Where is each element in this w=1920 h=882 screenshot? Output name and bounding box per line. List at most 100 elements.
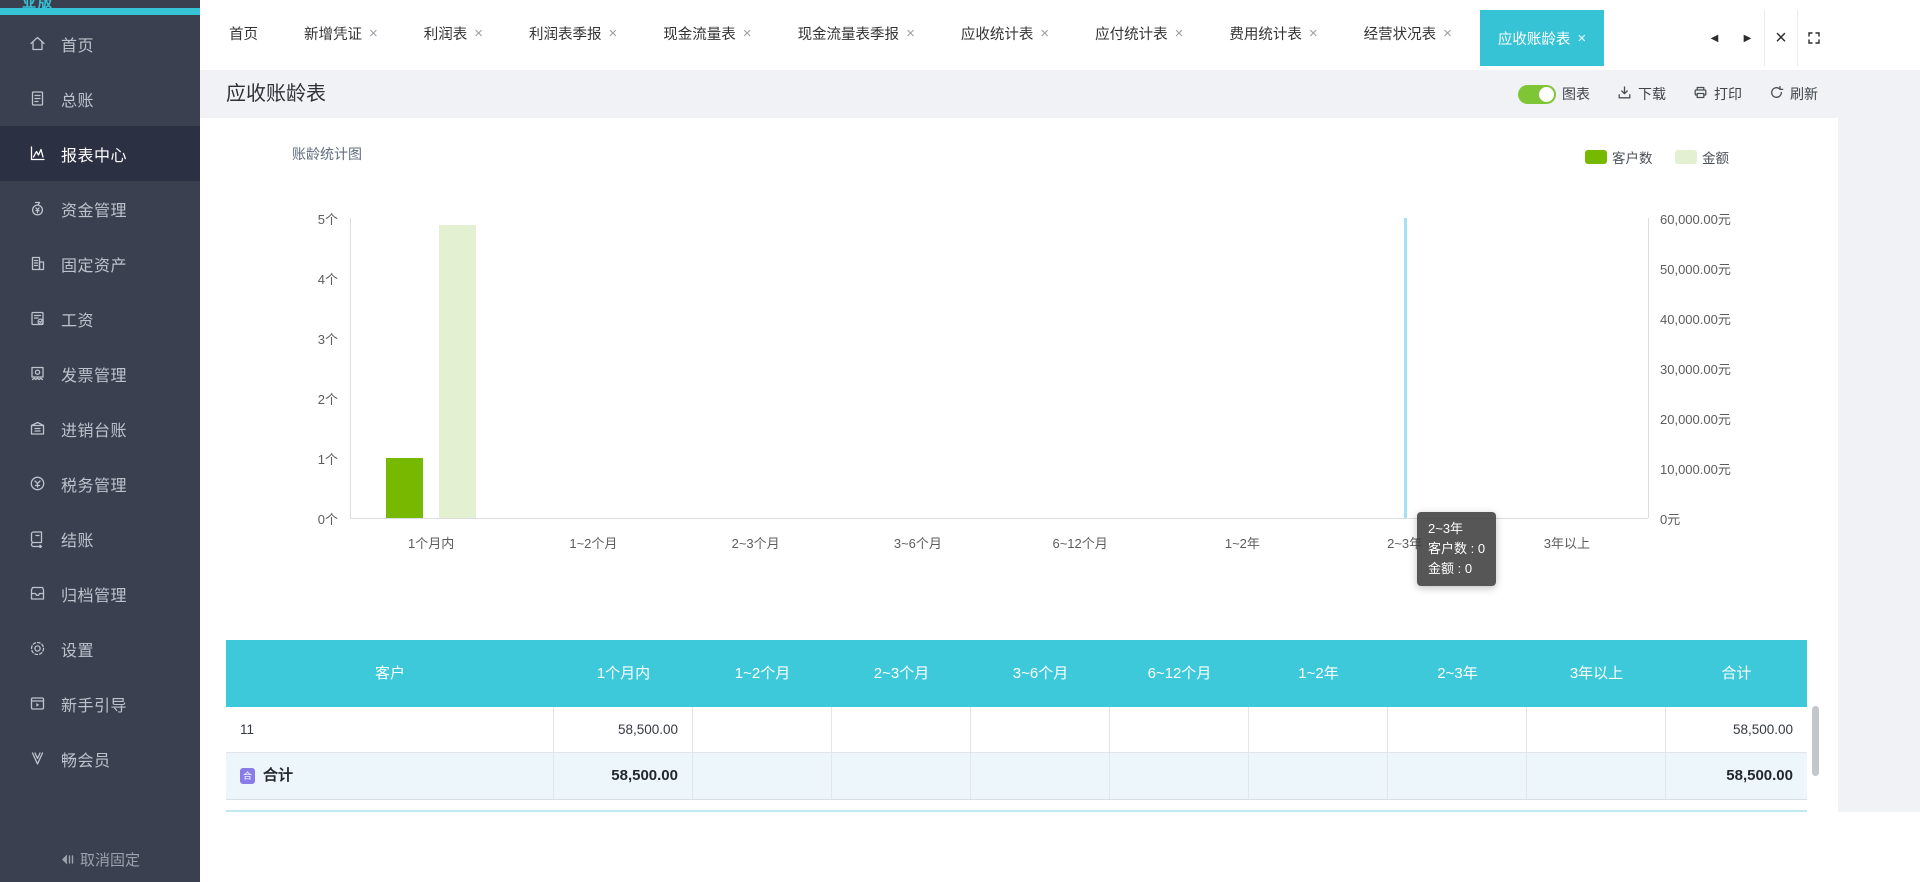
column-header-1个月内[interactable]: 1个月内 [554,640,693,707]
tab-label: 利润表季报 [529,26,602,43]
sidebar-item-purchase-sales-ledger[interactable]: 进销台账 [0,401,200,456]
gear-icon [28,639,48,659]
member-v-icon [28,749,48,769]
tab-label: 经营状况表 [1363,26,1437,43]
column-header-1~2个月[interactable]: 1~2个月 [693,640,832,707]
sidebar-item-general-ledger[interactable]: 总账 [0,71,200,126]
tab-经营状况表[interactable]: 经营状况表 × [1346,0,1470,66]
tab-label: 首页 [229,26,258,43]
tab-利润表[interactable]: 利润表 × [406,0,501,66]
sidebar-item-archive-management[interactable]: 归档管理 [0,566,200,621]
sidebar-item-tax-management[interactable]: 税务管理 [0,456,200,511]
cell [1527,707,1666,752]
download-label: 下载 [1638,86,1666,102]
sidebar-item-funds-management[interactable]: 资金管理 [0,181,200,236]
column-header-2~3个月[interactable]: 2~3个月 [832,640,971,707]
tab-现金流量表季报[interactable]: 现金流量表季报 × [780,0,933,66]
x-axis-line [350,518,1648,519]
scroll-tabs-left-button[interactable]: ◀ [1698,10,1731,66]
sidebar-menu: 首页 总账 报表中心 资金管理 固定资产 工资 发票管理 进销台账 税务管理 结… [0,16,200,786]
tab-close-icon[interactable]: × [743,25,752,42]
fullscreen-button[interactable] [1797,10,1830,66]
column-header-3年以上[interactable]: 3年以上 [1527,640,1666,707]
sidebar-item-invoice-management[interactable]: 发票管理 [0,346,200,401]
tab-controls: ◀ ▶ × [1698,10,1830,66]
column-header-6~12个月[interactable]: 6~12个月 [1110,640,1249,707]
tab-home[interactable]: 首页 [211,0,276,66]
sidebar-item-home[interactable]: 首页 [0,16,200,71]
sidebar-item-report-center[interactable]: 报表中心 [0,126,200,181]
column-header-3~6个月[interactable]: 3~6个月 [971,640,1110,707]
tab-应付统计表[interactable]: 应付统计表 × [1077,0,1201,66]
refresh-button[interactable]: 刷新 [1769,84,1818,104]
legend-label: 客户数 [1612,151,1653,166]
cell: 58,500.00 [1732,722,1793,737]
tab-应收统计表[interactable]: 应收统计表 × [943,0,1067,66]
sidebar-item-closing[interactable]: 结账 [0,511,200,566]
tab-close-icon[interactable]: × [474,25,483,42]
scroll-tabs-right-button[interactable]: ▶ [1731,10,1764,66]
tab-close-icon[interactable]: × [1443,25,1452,42]
page-title: 应收账龄表 [226,83,326,105]
ledger-icon [28,89,48,109]
inventory-box-icon [28,419,48,439]
y-axis-right-tick: 0元 [1660,512,1681,527]
column-header-1~2年[interactable]: 1~2年 [1249,640,1388,707]
print-button[interactable]: 打印 [1693,84,1742,104]
tab-费用统计表[interactable]: 费用统计表 × [1211,0,1335,66]
toggle-knob [1539,86,1554,102]
tab-新增凭证[interactable]: 新增凭证 × [286,0,396,66]
tab-label: 利润表 [423,26,468,43]
cell [1527,753,1666,799]
building-icon [28,254,48,274]
sidebar-item-fixed-assets[interactable]: 固定资产 [0,236,200,291]
x-axis-label: 2~3个月 [731,536,780,551]
cell [1388,753,1527,799]
sidebar-item-label: 设置 [61,642,95,660]
cell [1249,753,1388,799]
page-header: 应收账龄表 图表 下载 打印 刷新 [200,70,1920,118]
report-toolbar: 图表 下载 打印 刷新 [1518,70,1818,118]
chart-toggle[interactable]: 图表 [1518,84,1590,104]
column-header-客户[interactable]: 客户 [226,640,554,707]
report-chart-icon [28,144,48,164]
sidebar-item-beginner-guide[interactable]: 新手引导 [0,676,200,731]
invoice-icon [28,364,48,384]
cell [971,753,1110,799]
tab-现金流量表[interactable]: 现金流量表 × [645,0,769,66]
column-header-合计[interactable]: 合计 [1666,640,1807,707]
tab-close-icon[interactable]: × [1577,30,1586,47]
tab-close-icon[interactable]: × [906,25,915,42]
sidebar-item-label: 报表中心 [61,147,128,165]
sidebar-item-payroll[interactable]: 工资 [0,291,200,346]
table-scrollbar-thumb[interactable] [1812,706,1819,776]
tab-close-icon[interactable]: × [1309,25,1318,42]
chart-toggle-switch[interactable] [1518,84,1556,104]
legend-label: 金额 [1702,151,1729,166]
y-axis-right-tick: 60,000.00元 [1660,212,1731,227]
x-axis-label: 1~2个月 [569,536,618,551]
unpin-sidebar-button[interactable]: 取消固定 [0,842,200,876]
tab-利润表季报[interactable]: 利润表季报 × [511,0,635,66]
tab-close-icon[interactable]: × [609,25,618,42]
tab-close-icon[interactable]: × [1040,25,1049,42]
y-axis-right-tick: 20,000.00元 [1660,412,1731,427]
tab-close-icon[interactable]: × [1175,25,1184,42]
column-header-2~3年[interactable]: 2~3年 [1388,640,1527,707]
cell [1110,707,1249,752]
archive-tray-icon [28,584,48,604]
sidebar-item-member[interactable]: 畅会员 [0,731,200,786]
sidebar-item-label: 固定资产 [61,257,128,275]
tab-close-icon[interactable]: × [369,25,378,42]
sidebar-item-settings[interactable]: 设置 [0,621,200,676]
y-axis-left-tick: 0个 [317,512,338,527]
money-bag-icon [28,199,48,219]
close-tabs-button[interactable]: × [1764,10,1797,66]
download-button[interactable]: 下载 [1617,84,1666,104]
tab-应收账龄表[interactable]: 应收账龄表 × [1479,10,1605,66]
cell [1249,707,1388,752]
total-label: 合计 [263,767,294,784]
sidebar-item-label: 工资 [61,312,95,330]
tab-bar: 首页 新增凭证 × 利润表 × 利润表季报 × 现金流量表 × 现金流量表季报 × 应收统计表 × 应付统… [200,0,1920,66]
sidebar-item-label: 税务管理 [61,477,128,495]
